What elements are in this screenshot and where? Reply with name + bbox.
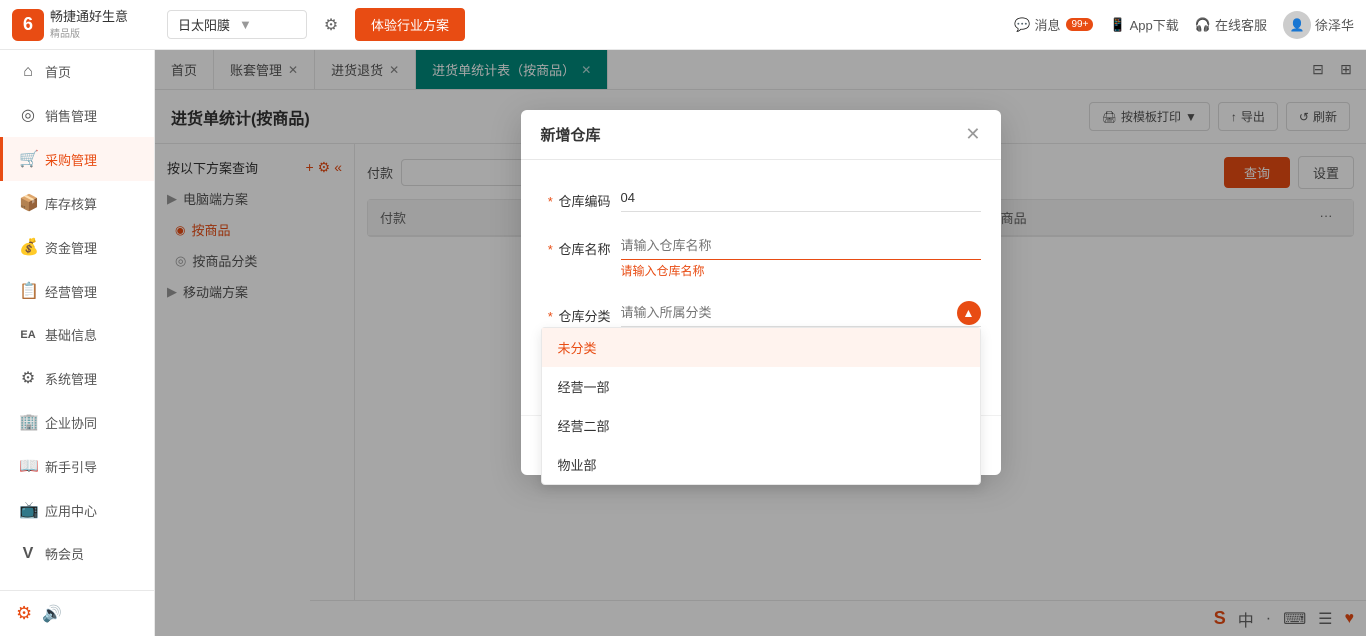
app-download-label: App下载 [1130,15,1179,34]
gear-button[interactable]: ⚙ [315,9,347,41]
form-row-category: * 仓库分类 ▲ 未分类 经营一部 经营二部 物业部 [541,299,981,327]
required-star: * [548,194,553,209]
form-row-name: * 仓库名称 请输入仓库名称 [541,232,981,279]
inventory-icon: 📦 [19,193,37,213]
modal-new-warehouse: 新增仓库 ✕ * 仓库编码 * [521,110,1001,475]
store-selector[interactable]: 日太阳膜 ▼ [167,10,307,39]
category-input[interactable] [621,299,981,327]
top-bar: 6 畅捷通好生意 精品版 日太阳膜 ▼ ⚙ 体验行业方案 💬 消息 99+ 📱 … [0,0,1366,50]
modal-overlay: 新增仓库 ✕ * 仓库编码 * [155,50,1366,636]
category-dropdown: 未分类 经营一部 经营二部 物业部 [541,327,981,485]
sidebar-label-basic-info: 基础信息 [45,325,97,344]
member-icon: V [19,545,37,563]
sidebar-item-inventory[interactable]: 📦 库存核算 [0,181,154,225]
user-item[interactable]: 👤 徐泽华 [1283,11,1354,39]
notification-label: 消息 [1034,15,1060,34]
sidebar-label-sales: 销售管理 [45,106,97,125]
store-chevron-icon: ▼ [239,17,296,32]
name-required-star: * [548,242,553,257]
system-icon: ⚙ [19,368,37,388]
main-layout: ⌂ 首页 ◎ 销售管理 🛒 采购管理 📦 库存核算 💰 资金管理 📋 经营管理 … [0,50,1366,636]
sidebar-item-member[interactable]: V 畅会员 [0,532,154,575]
message-icon: 💬 [1014,17,1030,33]
sidebar-label-operations: 经营管理 [45,282,97,301]
avatar: 👤 [1283,11,1311,39]
sidebar-item-home[interactable]: ⌂ 首页 [0,50,154,93]
sidebar-item-basic-info[interactable]: EA 基础信息 [0,313,154,356]
apps-icon: 📺 [19,500,37,520]
sidebar-label-enterprise: 企业协同 [45,413,97,432]
dropdown-item-dept1[interactable]: 经营一部 [542,367,980,406]
category-arrow-button[interactable]: ▲ [957,301,981,325]
basic-info-icon: EA [19,329,37,341]
logo-line2: 精品版 [50,25,128,40]
logo-area: 6 畅捷通好生意 精品版 [12,9,167,41]
sidebar-item-system[interactable]: ⚙ 系统管理 [0,356,154,400]
modal-header: 新增仓库 ✕ [521,110,1001,160]
logo-line1: 畅捷通好生意 [50,9,128,26]
sidebar-item-enterprise[interactable]: 🏢 企业协同 [0,400,154,444]
sidebar-item-guide[interactable]: 📖 新手引导 [0,444,154,488]
sidebar-item-purchase[interactable]: 🛒 采购管理 [0,137,154,181]
dropdown-item-property[interactable]: 物业部 [542,445,980,484]
sidebar-label-purchase: 采购管理 [45,150,97,169]
dropdown-item-dept2[interactable]: 经营二部 [542,406,980,445]
name-label: * 仓库名称 [541,232,611,258]
category-select-wrapper: ▲ 未分类 经营一部 经营二部 物业部 [621,299,981,327]
online-service-label: 在线客服 [1215,15,1267,34]
sidebar-item-apps[interactable]: 📺 应用中心 [0,488,154,532]
category-required-star: * [548,309,553,324]
headset-icon: 🎧 [1195,17,1211,33]
notification-item[interactable]: 💬 消息 99+ [1014,15,1093,34]
code-input[interactable] [621,184,981,212]
guide-icon: 📖 [19,456,37,476]
dropdown-item-unclassified[interactable]: 未分类 [542,328,980,367]
name-input-box: 请输入仓库名称 [621,232,981,279]
online-service-item[interactable]: 🎧 在线客服 [1195,15,1267,34]
sidebar-label-member: 畅会员 [45,544,84,563]
sidebar-label-system: 系统管理 [45,369,97,388]
modal-title: 新增仓库 [541,124,601,145]
enterprise-icon: 🏢 [19,412,37,432]
name-error-msg: 请输入仓库名称 [621,262,981,279]
username: 徐泽华 [1315,15,1354,34]
name-input[interactable] [621,232,981,260]
store-name: 日太阳膜 [178,15,235,34]
sidebar-label-finance: 资金管理 [45,238,97,257]
logo-icon: 6 [12,9,44,41]
trial-button[interactable]: 体验行业方案 [355,8,465,41]
logo-text-area: 畅捷通好生意 精品版 [50,9,128,41]
top-right: 💬 消息 99+ 📱 App下载 🎧 在线客服 👤 徐泽华 [1014,11,1354,39]
sidebar-label-inventory: 库存核算 [45,194,97,213]
content-area: 首页 账套管理 ✕ 进货退货 ✕ 进货单统计表（按商品） ✕ ⊟ ⊞ 进货单统计… [155,50,1366,636]
phone-icon: 📱 [1109,17,1125,33]
sidebar-label-apps: 应用中心 [45,501,97,520]
form-row-code: * 仓库编码 [541,184,981,212]
sidebar: ⌂ 首页 ◎ 销售管理 🛒 采购管理 📦 库存核算 💰 资金管理 📋 经营管理 … [0,50,155,636]
home-icon: ⌂ [19,63,37,81]
settings-bottom-icon[interactable]: ⚙ [16,603,32,624]
purchase-icon: 🛒 [19,149,37,169]
finance-icon: 💰 [19,237,37,257]
sidebar-item-finance[interactable]: 💰 资金管理 [0,225,154,269]
modal-body: * 仓库编码 * 仓库名称 请输入仓库名称 [521,160,1001,415]
code-label: * 仓库编码 [541,184,611,210]
operations-icon: 📋 [19,281,37,301]
app-download-item[interactable]: 📱 App下载 [1109,15,1178,34]
sidebar-item-sales[interactable]: ◎ 销售管理 [0,93,154,137]
sidebar-item-operations[interactable]: 📋 经营管理 [0,269,154,313]
sidebar-label-home: 首页 [45,62,71,81]
sales-icon: ◎ [19,105,37,125]
volume-icon[interactable]: 🔊 [42,604,62,624]
sidebar-label-guide: 新手引导 [45,457,97,476]
modal-close-button[interactable]: ✕ [965,124,980,145]
category-label: * 仓库分类 [541,299,611,325]
notification-badge: 99+ [1066,18,1093,31]
